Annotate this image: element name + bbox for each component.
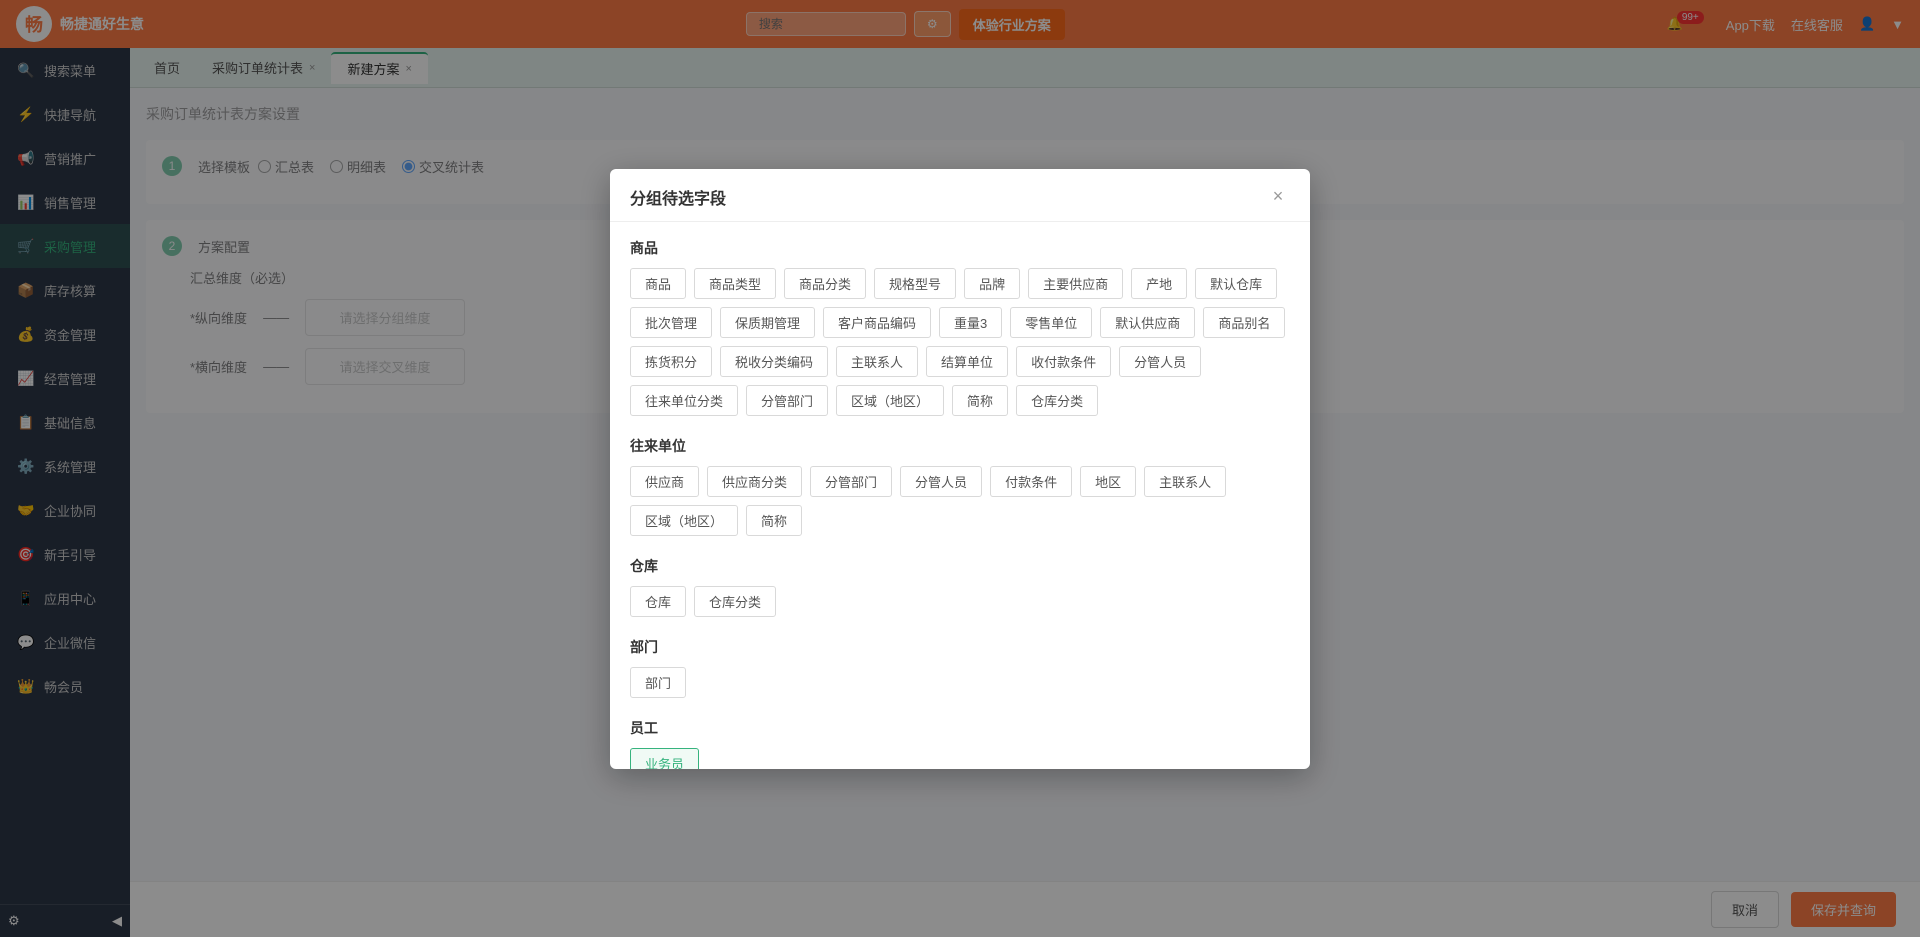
field-select-modal: 分组待选字段 × 商品 商品 商品类型 商品分类 规格型号 品牌 主要供应商 产… bbox=[610, 169, 1310, 769]
tag-partner-1[interactable]: 供应商分类 bbox=[707, 466, 802, 497]
tag-product-2[interactable]: 商品分类 bbox=[784, 268, 866, 299]
tag-warehouse-0[interactable]: 仓库 bbox=[630, 586, 686, 617]
modal-header: 分组待选字段 × bbox=[610, 169, 1310, 222]
tag-product-25[interactable]: 仓库分类 bbox=[1016, 385, 1098, 416]
section-partner-title: 往来单位 bbox=[630, 436, 1290, 456]
tag-product-22[interactable]: 分管部门 bbox=[746, 385, 828, 416]
tag-product-3[interactable]: 规格型号 bbox=[874, 268, 956, 299]
tag-product-24[interactable]: 简称 bbox=[952, 385, 1008, 416]
section-department: 部门 部门 bbox=[630, 637, 1290, 698]
tag-partner-8[interactable]: 简称 bbox=[746, 505, 802, 536]
tag-partner-4[interactable]: 付款条件 bbox=[990, 466, 1072, 497]
section-warehouse: 仓库 仓库 仓库分类 bbox=[630, 556, 1290, 617]
tag-product-5[interactable]: 主要供应商 bbox=[1028, 268, 1123, 299]
tag-partner-2[interactable]: 分管部门 bbox=[810, 466, 892, 497]
section-product-tags: 商品 商品类型 商品分类 规格型号 品牌 主要供应商 产地 默认仓库 批次管理 … bbox=[630, 268, 1290, 416]
section-department-tags: 部门 bbox=[630, 667, 1290, 698]
tag-product-19[interactable]: 收付款条件 bbox=[1016, 346, 1111, 377]
tag-product-0[interactable]: 商品 bbox=[630, 268, 686, 299]
tag-product-16[interactable]: 税收分类编码 bbox=[720, 346, 828, 377]
modal-title: 分组待选字段 bbox=[630, 185, 726, 209]
tag-product-20[interactable]: 分管人员 bbox=[1119, 346, 1201, 377]
section-staff-tags: 业务员 bbox=[630, 748, 1290, 769]
modal-close-button[interactable]: × bbox=[1266, 185, 1290, 209]
section-product-title: 商品 bbox=[630, 238, 1290, 258]
tag-product-8[interactable]: 批次管理 bbox=[630, 307, 712, 338]
section-product: 商品 商品 商品类型 商品分类 规格型号 品牌 主要供应商 产地 默认仓库 批次… bbox=[630, 238, 1290, 416]
tag-product-9[interactable]: 保质期管理 bbox=[720, 307, 815, 338]
modal-overlay: 分组待选字段 × 商品 商品 商品类型 商品分类 规格型号 品牌 主要供应商 产… bbox=[0, 0, 1920, 937]
section-department-title: 部门 bbox=[630, 637, 1290, 657]
tag-product-14[interactable]: 商品别名 bbox=[1203, 307, 1285, 338]
tag-product-6[interactable]: 产地 bbox=[1131, 268, 1187, 299]
tag-department-0[interactable]: 部门 bbox=[630, 667, 686, 698]
section-partner-tags: 供应商 供应商分类 分管部门 分管人员 付款条件 地区 主联系人 区域（地区） … bbox=[630, 466, 1290, 536]
tag-product-12[interactable]: 零售单位 bbox=[1010, 307, 1092, 338]
section-partner: 往来单位 供应商 供应商分类 分管部门 分管人员 付款条件 地区 主联系人 区域… bbox=[630, 436, 1290, 536]
tag-product-4[interactable]: 品牌 bbox=[964, 268, 1020, 299]
section-staff: 员工 业务员 bbox=[630, 718, 1290, 769]
tag-product-13[interactable]: 默认供应商 bbox=[1100, 307, 1195, 338]
tag-product-23[interactable]: 区域（地区） bbox=[836, 385, 944, 416]
tag-product-7[interactable]: 默认仓库 bbox=[1195, 268, 1277, 299]
tag-partner-5[interactable]: 地区 bbox=[1080, 466, 1136, 497]
tag-warehouse-1[interactable]: 仓库分类 bbox=[694, 586, 776, 617]
tag-partner-3[interactable]: 分管人员 bbox=[900, 466, 982, 497]
section-warehouse-tags: 仓库 仓库分类 bbox=[630, 586, 1290, 617]
modal-body: 商品 商品 商品类型 商品分类 规格型号 品牌 主要供应商 产地 默认仓库 批次… bbox=[610, 222, 1310, 769]
tag-product-11[interactable]: 重量3 bbox=[939, 307, 1002, 338]
tag-staff-0[interactable]: 业务员 bbox=[630, 748, 699, 769]
tag-partner-0[interactable]: 供应商 bbox=[630, 466, 699, 497]
tag-partner-7[interactable]: 区域（地区） bbox=[630, 505, 738, 536]
section-staff-title: 员工 bbox=[630, 718, 1290, 738]
tag-product-1[interactable]: 商品类型 bbox=[694, 268, 776, 299]
tag-partner-6[interactable]: 主联系人 bbox=[1144, 466, 1226, 497]
tag-product-10[interactable]: 客户商品编码 bbox=[823, 307, 931, 338]
tag-product-18[interactable]: 结算单位 bbox=[926, 346, 1008, 377]
tag-product-21[interactable]: 往来单位分类 bbox=[630, 385, 738, 416]
tag-product-17[interactable]: 主联系人 bbox=[836, 346, 918, 377]
section-warehouse-title: 仓库 bbox=[630, 556, 1290, 576]
tag-product-15[interactable]: 拣货积分 bbox=[630, 346, 712, 377]
